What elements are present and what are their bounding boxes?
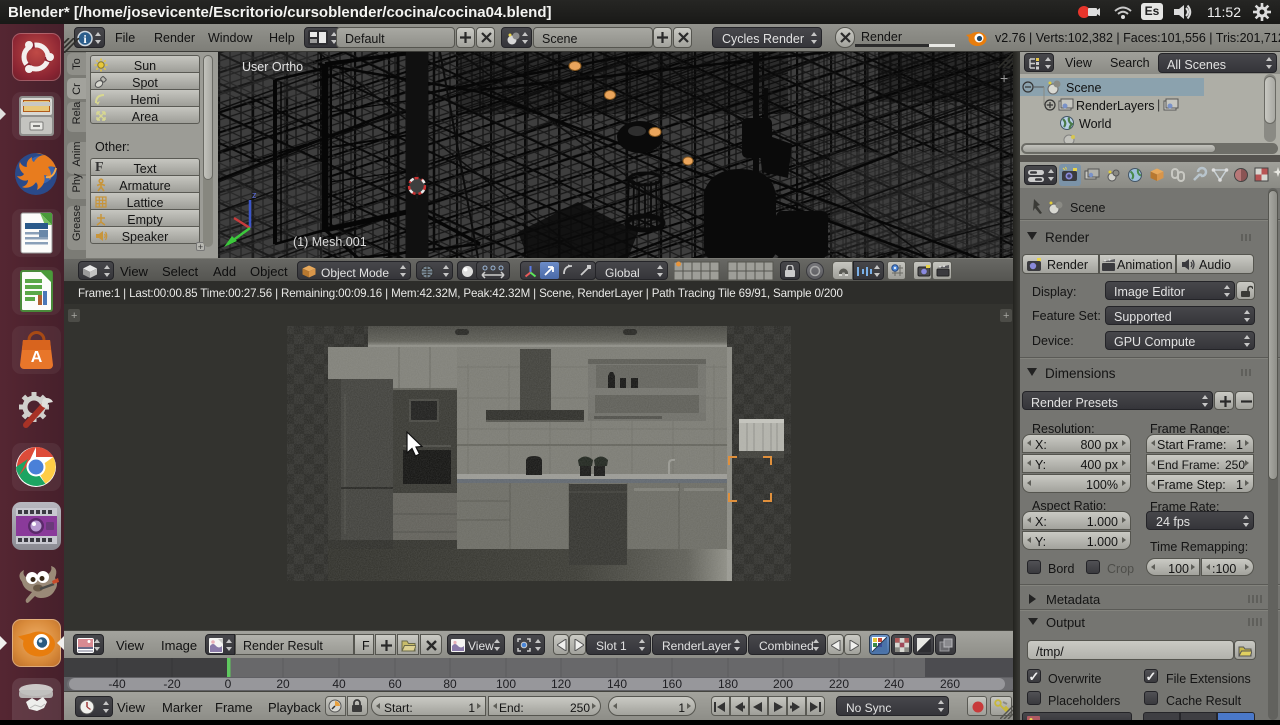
svg-text:A: A [31, 349, 43, 366]
svg-text:+: + [71, 310, 77, 322]
svg-text:60: 60 [388, 677, 402, 691]
svg-text:120: 120 [551, 677, 571, 691]
svg-text:z: z [252, 190, 257, 200]
svg-text:140: 140 [607, 677, 627, 691]
svg-text:160: 160 [662, 677, 682, 691]
svg-text:80: 80 [443, 677, 457, 691]
svg-text:User Ortho: User Ortho [242, 60, 303, 74]
svg-text:0: 0 [225, 677, 232, 691]
svg-text:20: 20 [276, 677, 290, 691]
svg-text:RenderLayers: RenderLayers [1076, 99, 1155, 113]
svg-text:200: 200 [773, 677, 793, 691]
svg-text:100: 100 [496, 677, 516, 691]
svg-text:-20: -20 [163, 677, 181, 691]
svg-text:220: 220 [829, 677, 849, 691]
svg-text:+: + [1003, 310, 1009, 322]
svg-text:180: 180 [718, 677, 738, 691]
svg-text:World: World [1079, 117, 1111, 131]
svg-text:-40: -40 [108, 677, 126, 691]
svg-text:260: 260 [940, 677, 960, 691]
svg-text:240: 240 [884, 677, 904, 691]
svg-text:(1) Mesh.001: (1) Mesh.001 [293, 235, 367, 249]
svg-text:+: + [1000, 70, 1008, 86]
svg-text:40: 40 [332, 677, 346, 691]
svg-text:|: | [1157, 98, 1160, 112]
svg-text:Scene: Scene [1066, 81, 1101, 95]
